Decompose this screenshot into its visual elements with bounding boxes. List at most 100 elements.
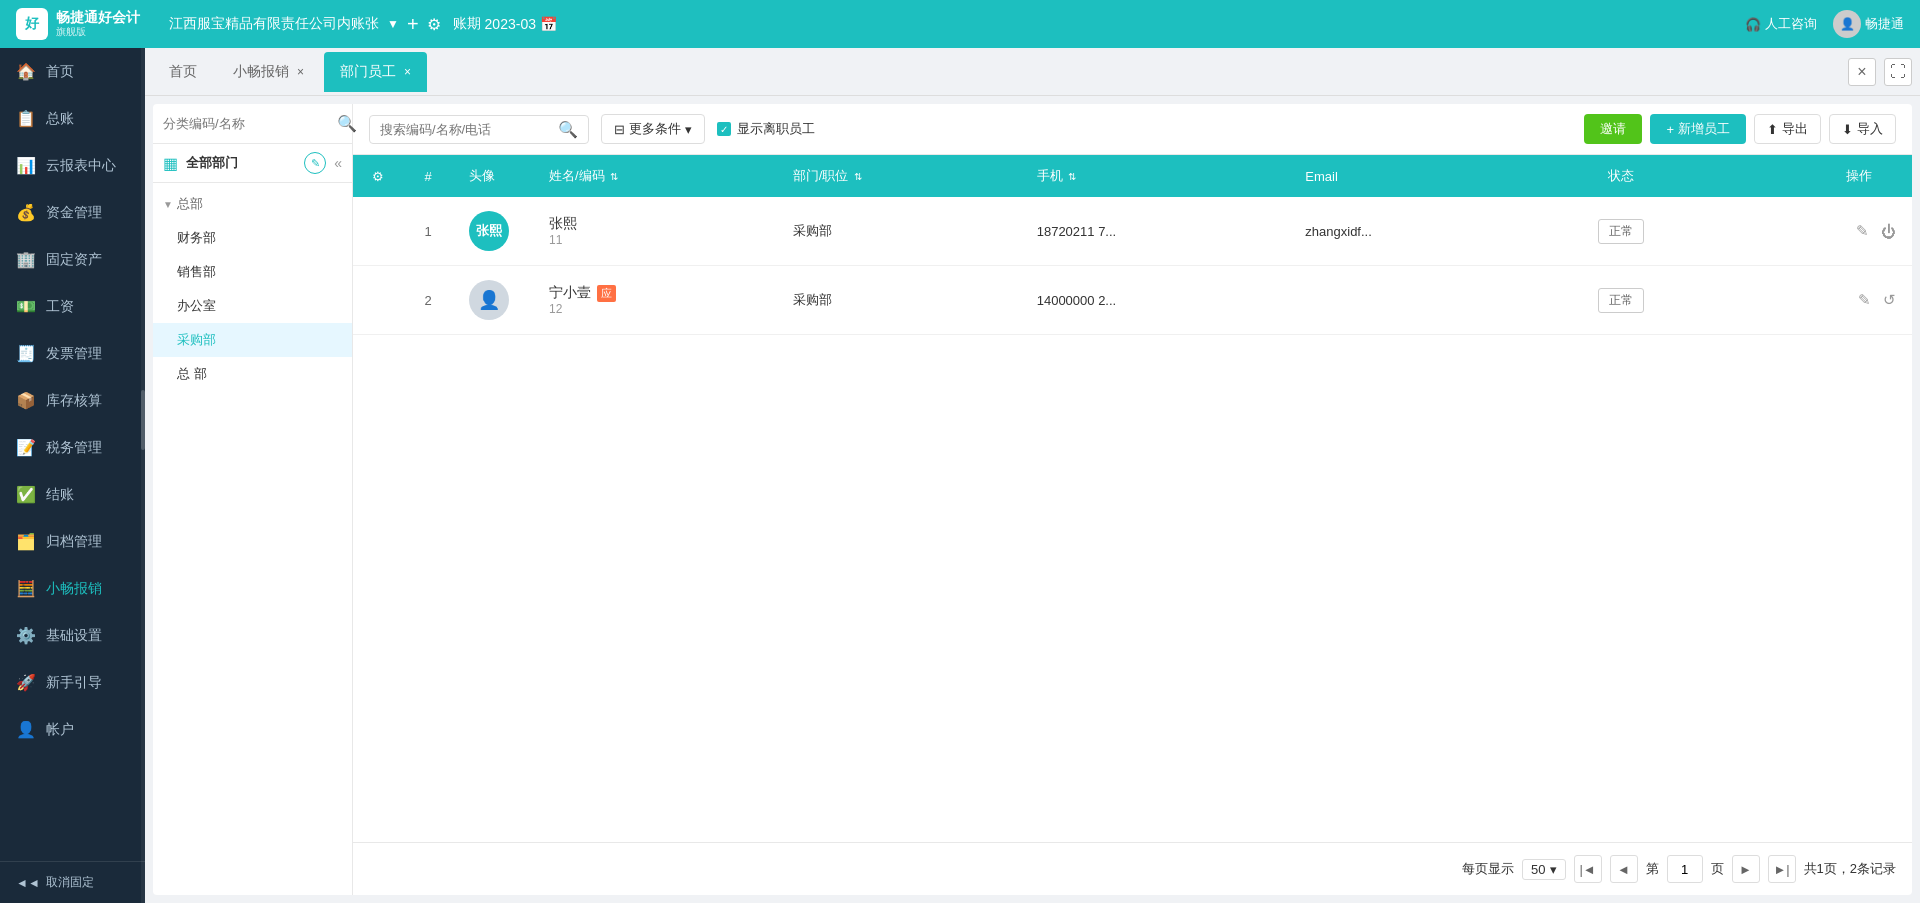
tab-expense[interactable]: 小畅报销 ×: [217, 52, 320, 92]
base-settings-icon: ⚙️: [16, 626, 36, 645]
unpin-button[interactable]: ◄◄ 取消固定: [0, 861, 145, 903]
sidebar-item-closing[interactable]: ✅ 结账: [0, 471, 145, 518]
calendar-icon[interactable]: 📅: [540, 16, 557, 32]
tax-icon: 📝: [16, 438, 36, 457]
dept-panel: 🔍 ▦ 全部部门 ✎ « ▼ 总部 财务部: [153, 104, 353, 895]
show-resigned-checkbox[interactable]: ✓: [717, 122, 731, 136]
company-selector[interactable]: 江西服宝精品有限责任公司内账张 ▼: [169, 15, 399, 33]
dept-search-input[interactable]: [163, 116, 331, 131]
sidebar-item-account[interactable]: 👤 帐户: [0, 706, 145, 753]
th-name[interactable]: 姓名/编码 ⇅: [533, 155, 777, 197]
row-2-actions: ✎ ↺: [1714, 266, 1912, 335]
tab-department-close-button[interactable]: ×: [404, 65, 411, 79]
last-page-button[interactable]: ►|: [1768, 855, 1796, 883]
service-button[interactable]: 🎧 人工咨询: [1745, 15, 1817, 33]
sidebar-item-settings[interactable]: ⚙️ 基础设置: [0, 612, 145, 659]
expense-icon: 🧮: [16, 579, 36, 598]
employee-name-1: 张熙: [549, 215, 761, 233]
add-company-button[interactable]: +: [407, 13, 419, 36]
sidebar-label-assets: 固定资产: [46, 251, 102, 269]
dept-item-finance[interactable]: 财务部: [153, 221, 352, 255]
dept-collapse-button[interactable]: «: [334, 155, 342, 171]
dept-tree-parent-head[interactable]: ▼ 总部: [153, 187, 352, 221]
avatar-zhang: 张熙: [469, 211, 509, 251]
row-2-phone: 14000000 2...: [1021, 266, 1290, 335]
row-1-index: 1: [403, 197, 453, 266]
edit-button-1[interactable]: ✎: [1856, 222, 1869, 240]
settings-gear-icon[interactable]: ⚙: [427, 15, 441, 34]
sidebar-label-invoice: 发票管理: [46, 345, 102, 363]
sidebar-item-payroll[interactable]: 💵 工资: [0, 283, 145, 330]
sidebar-item-tax[interactable]: 📝 税务管理: [0, 424, 145, 471]
page-size-select[interactable]: 50 ▾: [1522, 859, 1565, 880]
dept-item-purchase[interactable]: 采购部: [153, 323, 352, 357]
sidebar-item-guide[interactable]: 🚀 新手引导: [0, 659, 145, 706]
sidebar-item-reports[interactable]: 📊 云报表中心: [0, 142, 145, 189]
sidebar-item-home[interactable]: 🏠 首页: [0, 48, 145, 95]
close-tab-button[interactable]: ×: [1848, 58, 1876, 86]
scrollbar-track[interactable]: [141, 48, 145, 903]
import-button[interactable]: ⬇ 导入: [1829, 114, 1896, 144]
page-input[interactable]: [1667, 855, 1703, 883]
tab-home[interactable]: 首页: [153, 52, 213, 92]
employee-code-1: 11: [549, 233, 761, 247]
more-filters-button[interactable]: ⊟ 更多条件 ▾: [601, 114, 705, 144]
invite-button[interactable]: 邀请: [1584, 114, 1642, 144]
sidebar-item-capital[interactable]: 💰 资金管理: [0, 189, 145, 236]
dept-sort-icon: ⇅: [854, 171, 862, 182]
scrollbar-thumb[interactable]: [141, 390, 145, 450]
period-display: 账期 2023-03 📅: [453, 15, 557, 33]
th-avatar: 头像: [453, 155, 533, 197]
sidebar-label-guide: 新手引导: [46, 674, 102, 692]
header-right: 🎧 人工咨询 👤 畅捷通: [1745, 10, 1904, 38]
total-info: 共1页，2条记录: [1804, 860, 1896, 878]
expand-tab-button[interactable]: ⛶: [1884, 58, 1912, 86]
name-sort-icon: ⇅: [610, 171, 618, 182]
invoice-icon: 🧾: [16, 344, 36, 363]
closing-icon: ✅: [16, 485, 36, 504]
employee-name-2: 宁小壹: [549, 284, 591, 302]
sidebar-item-archive[interactable]: 🗂️ 归档管理: [0, 518, 145, 565]
dept-item-office[interactable]: 办公室: [153, 289, 352, 323]
dept-item-sales[interactable]: 销售部: [153, 255, 352, 289]
period-value: 2023-03: [485, 16, 536, 32]
dept-edit-button[interactable]: ✎: [304, 152, 326, 174]
show-resigned-toggle[interactable]: ✓ 显示离职员工: [717, 120, 815, 138]
show-resigned-label: 显示离职员工: [737, 120, 815, 138]
sidebar-item-assets[interactable]: 🏢 固定资产: [0, 236, 145, 283]
home-icon: 🏠: [16, 62, 36, 81]
top-header: 好 畅捷通好会计 旗舰版 江西服宝精品有限责任公司内账张 ▼ + ⚙ 账期 20…: [0, 0, 1920, 48]
row-1-actions: ✎ ⏻: [1714, 197, 1912, 266]
add-employee-button[interactable]: + 新增员工: [1650, 114, 1746, 144]
sidebar-item-invoice[interactable]: 🧾 发票管理: [0, 330, 145, 377]
tab-department[interactable]: 部门员工 ×: [324, 52, 427, 92]
reset-button-2[interactable]: ↺: [1883, 291, 1896, 309]
dept-office-label: 办公室: [177, 297, 216, 315]
employee-search-icon[interactable]: 🔍: [558, 120, 578, 139]
user-menu[interactable]: 👤 畅捷通: [1833, 10, 1904, 38]
period-label: 账期: [453, 15, 481, 33]
prev-page-button[interactable]: ◄: [1610, 855, 1638, 883]
dept-item-general[interactable]: 总 部: [153, 357, 352, 391]
th-dept[interactable]: 部门/职位 ⇅: [777, 155, 1021, 197]
edit-button-2[interactable]: ✎: [1858, 291, 1871, 309]
employee-search-input[interactable]: [380, 122, 552, 137]
sidebar-item-expense[interactable]: 🧮 小畅报销: [0, 565, 145, 612]
row-1-name-cell: 张熙 11: [533, 197, 777, 266]
dept-finance-label: 财务部: [177, 229, 216, 247]
sidebar-label-closing: 结账: [46, 486, 74, 504]
first-page-button[interactable]: |◄: [1574, 855, 1602, 883]
export-button[interactable]: ⬆ 导出: [1754, 114, 1821, 144]
inventory-icon: 📦: [16, 391, 36, 410]
logout-button-1[interactable]: ⏻: [1881, 223, 1896, 240]
next-page-button[interactable]: ►: [1732, 855, 1760, 883]
th-phone[interactable]: 手机 ⇅: [1021, 155, 1290, 197]
company-dropdown-icon[interactable]: ▼: [387, 17, 399, 31]
sidebar: 🏠 首页 📋 总账 📊 云报表中心 💰 资金管理 🏢 固定资产 💵 工资 🧾 发…: [0, 48, 145, 903]
tab-expense-close-button[interactable]: ×: [297, 65, 304, 79]
list-toolbar: 🔍 ⊟ 更多条件 ▾ ✓ 显示离职员工 邀请 +: [353, 104, 1912, 155]
sidebar-item-inventory[interactable]: 📦 库存核算: [0, 377, 145, 424]
export-icon: ⬆: [1767, 122, 1778, 137]
th-settings[interactable]: ⚙: [353, 155, 403, 197]
sidebar-item-ledger[interactable]: 📋 总账: [0, 95, 145, 142]
